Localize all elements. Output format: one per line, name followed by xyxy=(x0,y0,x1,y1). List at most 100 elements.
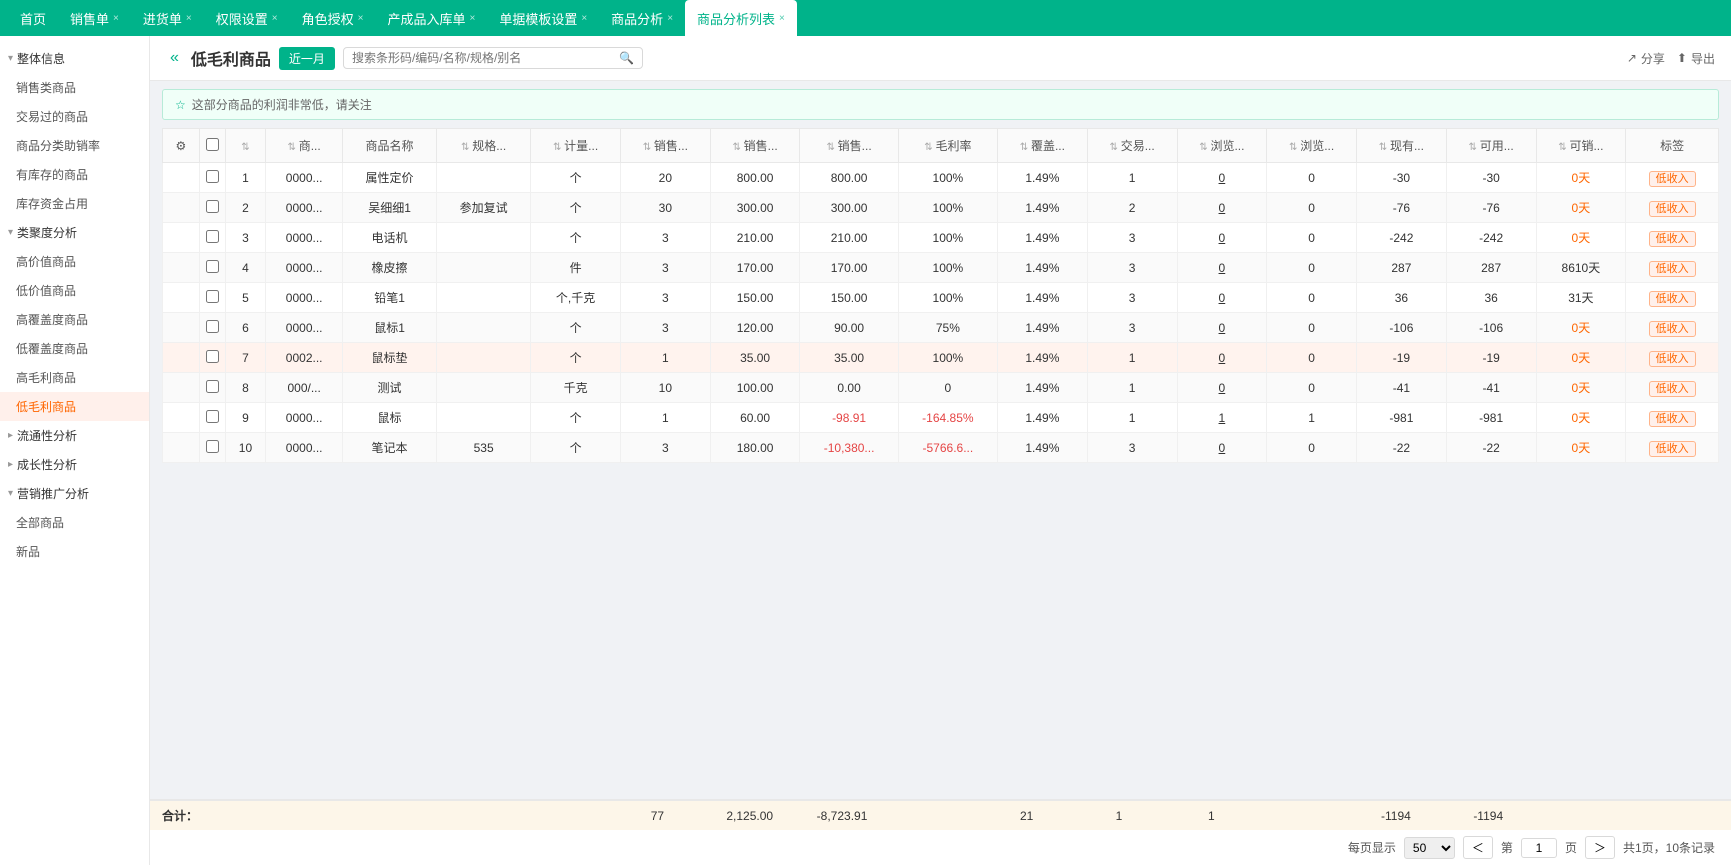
table-row: 6 0000... 鼠标1 个 3 120.00 90.00 75% 1.49%… xyxy=(163,313,1719,343)
group-growth-label: 成长性分析 xyxy=(17,456,77,473)
export-button[interactable]: ⬆ 导出 xyxy=(1677,50,1715,67)
sidebar-item-high-margin[interactable]: 高毛利商品 xyxy=(0,363,149,392)
col-spec[interactable]: 规格... xyxy=(437,129,531,163)
row-browse1: 0 xyxy=(1267,373,1357,403)
row-spec xyxy=(437,373,531,403)
col-browse2[interactable]: 浏览... xyxy=(1267,129,1357,163)
sidebar-item-category-sales[interactable]: 商品分类助销率 xyxy=(0,131,149,160)
row-sellable: 0天 xyxy=(1536,433,1626,463)
col-browse1[interactable]: 浏览... xyxy=(1177,129,1267,163)
sidebar-group-overall[interactable]: ▾ 整体信息 xyxy=(0,44,149,73)
row-qty: 3 xyxy=(620,223,710,253)
row-available: -76 xyxy=(1446,193,1536,223)
sidebar-item-new-goods[interactable]: 新品 xyxy=(0,537,149,566)
sidebar-item-high-value[interactable]: 高价值商品 xyxy=(0,247,149,276)
nav-products-in-close[interactable]: × xyxy=(469,13,475,24)
row-trade[interactable]: 0 xyxy=(1177,433,1267,463)
row-checkbox[interactable] xyxy=(199,223,225,253)
col-qty[interactable]: 销售... xyxy=(620,129,710,163)
sidebar-item-low-value[interactable]: 低价值商品 xyxy=(0,276,149,305)
row-checkbox[interactable] xyxy=(199,313,225,343)
row-trade[interactable]: 0 xyxy=(1177,163,1267,193)
sidebar-group-growth[interactable]: ▸ 成长性分析 xyxy=(0,450,149,479)
row-checkbox[interactable] xyxy=(199,403,225,433)
sidebar-item-sales-goods[interactable]: 销售类商品 xyxy=(0,73,149,102)
col-stock[interactable]: 现有... xyxy=(1357,129,1447,163)
nav-product-analysis[interactable]: 商品分析 × xyxy=(599,0,685,36)
row-checkbox[interactable] xyxy=(199,373,225,403)
sidebar-group-marketing[interactable]: ▾ 营销推广分析 xyxy=(0,479,149,508)
row-checkbox[interactable] xyxy=(199,433,225,463)
nav-template[interactable]: 单据模板设置 × xyxy=(487,0,599,36)
nav-permissions[interactable]: 权限设置 × xyxy=(204,0,290,36)
nav-sales[interactable]: 销售单 × xyxy=(58,0,131,36)
row-trade[interactable]: 0 xyxy=(1177,313,1267,343)
row-trade[interactable]: 0 xyxy=(1177,223,1267,253)
row-trade[interactable]: 0 xyxy=(1177,343,1267,373)
row-checkbox[interactable] xyxy=(199,193,225,223)
row-trade[interactable]: 0 xyxy=(1177,373,1267,403)
nav-sales-close[interactable]: × xyxy=(113,13,119,24)
row-trade[interactable]: 1 xyxy=(1177,403,1267,433)
col-settings[interactable]: ⚙ xyxy=(163,129,200,163)
sidebar-item-high-coverage[interactable]: 高覆盖度商品 xyxy=(0,305,149,334)
sidebar-item-capital[interactable]: 库存资金占用 xyxy=(0,189,149,218)
row-trade[interactable]: 0 xyxy=(1177,253,1267,283)
nav-product-analysis-list[interactable]: 商品分析列表 × xyxy=(685,0,797,36)
nav-template-close[interactable]: × xyxy=(581,13,587,24)
sidebar-item-stock-goods[interactable]: 有库存的商品 xyxy=(0,160,149,189)
search-icon[interactable]: 🔍 xyxy=(619,51,634,65)
row-tag: 低收入 xyxy=(1626,193,1719,223)
nav-products-in[interactable]: 产成品入库单 × xyxy=(375,0,487,36)
sidebar-item-low-coverage[interactable]: 低覆盖度商品 xyxy=(0,334,149,363)
nav-roles[interactable]: 角色授权 × xyxy=(290,0,376,36)
nav-purchase-close[interactable]: × xyxy=(186,13,192,24)
col-margin[interactable]: 毛利率 xyxy=(898,129,997,163)
col-sales2[interactable]: 销售... xyxy=(800,129,898,163)
col-available[interactable]: 可用... xyxy=(1446,129,1536,163)
col-sellable[interactable]: 可销... xyxy=(1536,129,1626,163)
select-all-checkbox[interactable] xyxy=(206,138,219,151)
next-page-button[interactable]: ＞ xyxy=(1585,836,1615,859)
row-browse1: 0 xyxy=(1267,343,1357,373)
col-coverage[interactable]: 覆盖... xyxy=(998,129,1088,163)
row-sellable: 0天 xyxy=(1536,313,1626,343)
nav-product-analysis-list-close[interactable]: × xyxy=(779,13,785,24)
col-code[interactable]: 商... xyxy=(266,129,343,163)
search-input[interactable] xyxy=(352,51,619,65)
nav-home[interactable]: 首页 xyxy=(8,0,58,36)
sidebar-item-traded-goods[interactable]: 交易过的商品 xyxy=(0,102,149,131)
collapse-sidebar-button[interactable]: « xyxy=(166,49,183,67)
col-trade[interactable]: 交易... xyxy=(1087,129,1177,163)
page-input[interactable] xyxy=(1521,838,1557,858)
row-sellable: 0天 xyxy=(1536,223,1626,253)
row-checkbox[interactable] xyxy=(199,343,225,373)
row-checkbox[interactable] xyxy=(199,253,225,283)
sidebar-group-circulation[interactable]: ▸ 流通性分析 xyxy=(0,421,149,450)
page-size-select[interactable]: 50 100 200 xyxy=(1404,837,1455,859)
sidebar-item-low-margin[interactable]: 低毛利商品 xyxy=(0,392,149,421)
share-button[interactable]: ↗ 分享 xyxy=(1627,50,1665,67)
nav-product-analysis-close[interactable]: × xyxy=(667,13,673,24)
prev-page-button[interactable]: ＜ xyxy=(1463,836,1493,859)
row-qty: 20 xyxy=(620,163,710,193)
nav-permissions-close[interactable]: × xyxy=(272,13,278,24)
nav-roles-close[interactable]: × xyxy=(358,13,364,24)
row-available: -242 xyxy=(1446,223,1536,253)
col-sales1[interactable]: 销售... xyxy=(710,129,800,163)
sidebar-item-all-goods[interactable]: 全部商品 xyxy=(0,508,149,537)
footer-available: -1194 xyxy=(1442,809,1534,823)
col-unit[interactable]: 计量... xyxy=(531,129,621,163)
row-sales1: 150.00 xyxy=(710,283,800,313)
sidebar-group-cluster[interactable]: ▾ 类聚度分析 xyxy=(0,218,149,247)
row-checkbox[interactable] xyxy=(199,163,225,193)
footer-trade: 1 xyxy=(1073,809,1165,823)
nav-purchase[interactable]: 进货单 × xyxy=(131,0,204,36)
row-checkbox[interactable] xyxy=(199,283,225,313)
col-checkbox[interactable] xyxy=(199,129,225,163)
table-row: 9 0000... 鼠标 个 1 60.00 -98.91 -164.85% 1… xyxy=(163,403,1719,433)
table-row: 4 0000... 橡皮擦 件 3 170.00 170.00 100% 1.4… xyxy=(163,253,1719,283)
row-trade[interactable]: 0 xyxy=(1177,283,1267,313)
filter-period-button[interactable]: 近一月 xyxy=(279,47,335,70)
row-trade[interactable]: 0 xyxy=(1177,193,1267,223)
